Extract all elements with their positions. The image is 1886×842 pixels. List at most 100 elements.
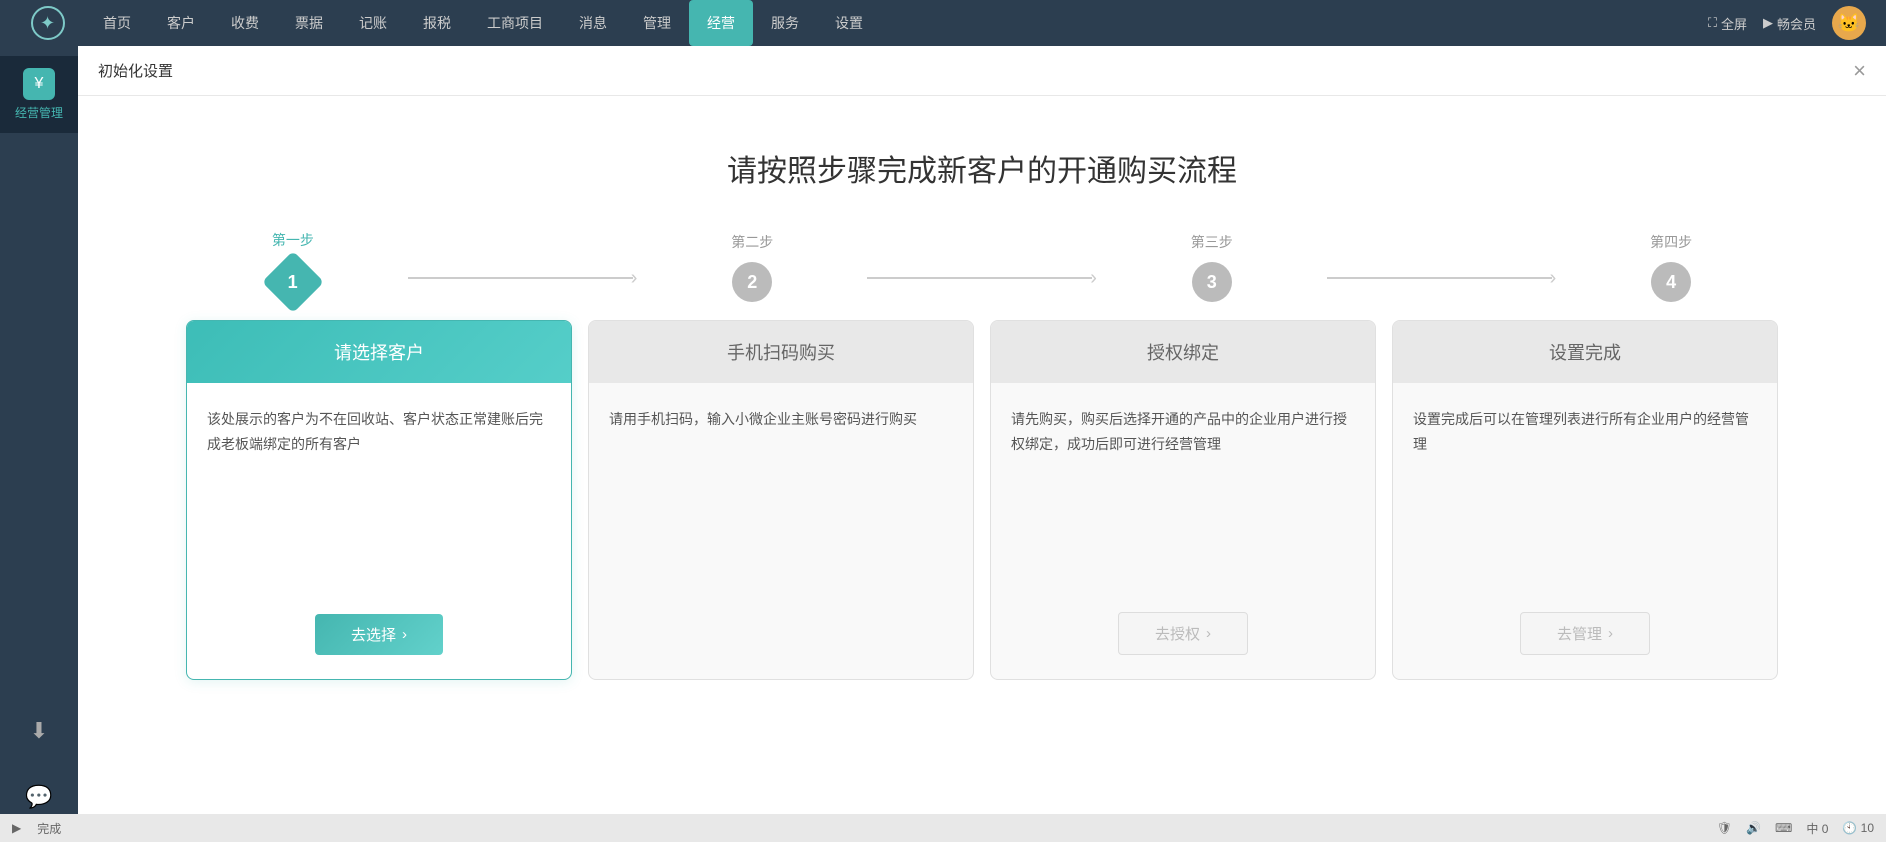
card-2-body: 请用手机扫码，输入小微企业主账号密码进行购买 [589, 383, 973, 639]
nav-operation[interactable]: 经营 [689, 0, 753, 46]
main-content: 初始化设置 × 请按照步骤完成新客户的开通购买流程 第一步 1 › 第二步 [78, 46, 1886, 814]
step-3-indicator: 第三步 3 [1097, 232, 1327, 302]
nav-accounting[interactable]: 记账 [341, 0, 405, 46]
steps-indicator: 第一步 1 › 第二步 2 › [78, 230, 1886, 304]
card-4-body: 设置完成后可以在管理列表进行所有企业用户的经营管理 [1393, 383, 1777, 596]
status-text: 完成 [37, 820, 61, 837]
nav-business[interactable]: 工商项目 [469, 0, 561, 46]
go-authorize-button[interactable]: 去授权 › [1118, 612, 1248, 655]
connector-2: › [867, 246, 1097, 288]
card-4-header: 设置完成 [1393, 321, 1777, 383]
card-2-footer [589, 639, 973, 679]
go-manage-arrow: › [1608, 625, 1613, 642]
step-4-indicator: 第四步 4 [1556, 232, 1786, 302]
step-2-circle: 2 [732, 262, 772, 302]
nav-items: 首页 客户 收费 票据 记账 报税 工商项目 消息 管理 经营 服务 设置 [85, 0, 1708, 46]
card-3-title: 授权绑定 [1147, 343, 1219, 363]
line-2 [867, 277, 1092, 279]
fullscreen-icon: ⛶ [1708, 15, 1717, 31]
card-3-header: 授权绑定 [991, 321, 1375, 383]
wizard-area: 请按照步骤完成新客户的开通购买流程 第一步 1 › 第二步 2 [78, 96, 1886, 814]
step-1-number: 1 [288, 271, 298, 292]
card-3-footer: 去授权 › [991, 596, 1375, 679]
shield-icon: 🛡 [1717, 821, 1732, 835]
card-3-body: 请先购买，购买后选择开通的产品中的企业用户进行授权绑定，成功后即可进行经营管理 [991, 383, 1375, 596]
step-1-circle: 1 [262, 251, 324, 313]
step-4-circle: 4 [1651, 262, 1691, 302]
card-1-title: 请选择客户 [334, 343, 424, 363]
fullscreen-label: 全屏 [1721, 14, 1747, 33]
top-nav: ✦ 首页 客户 收费 票据 记账 报税 工商项目 消息 管理 经营 服务 设置 … [0, 0, 1886, 46]
user-avatar[interactable]: 🐱 [1832, 6, 1866, 40]
vip-label: 畅会员 [1777, 14, 1816, 33]
connector-1: › [408, 246, 638, 288]
input-method: 中 0 [1806, 820, 1828, 837]
cards-row: 请选择客户 该处展示的客户为不在回收站、客户状态正常建账后完成老板端绑定的所有客… [78, 320, 1886, 680]
step-2-number: 2 [747, 272, 757, 293]
nav-home[interactable]: 首页 [85, 0, 149, 46]
yen-icon: ¥ [23, 68, 55, 100]
go-select-button[interactable]: 去选择 › [315, 614, 443, 655]
step-card-1: 请选择客户 该处展示的客户为不在回收站、客户状态正常建账后完成老板端绑定的所有客… [186, 320, 572, 680]
nav-right: ⛶ 全屏 ▶ 畅会员 🐱 [1708, 6, 1866, 40]
card-1-header: 请选择客户 [187, 321, 571, 383]
nav-fee[interactable]: 收费 [213, 0, 277, 46]
app-logo: ✦ [10, 6, 85, 40]
go-select-label: 去选择 [351, 624, 396, 645]
go-manage-button[interactable]: 去管理 › [1520, 612, 1650, 655]
go-manage-label: 去管理 [1557, 623, 1602, 644]
card-4-title: 设置完成 [1549, 343, 1621, 363]
card-2-header: 手机扫码购买 [589, 321, 973, 383]
fullscreen-btn[interactable]: ⛶ 全屏 [1708, 14, 1747, 33]
card-4-footer: 去管理 › [1393, 596, 1777, 679]
page-title: 初始化设置 [98, 60, 173, 81]
card-2-title: 手机扫码购买 [727, 343, 835, 363]
logo-icon: ✦ [31, 6, 65, 40]
vip-btn[interactable]: ▶ 畅会员 [1763, 14, 1816, 33]
sound-icon: 🔊 [1746, 821, 1761, 835]
chat-icon: 💬 [25, 784, 52, 810]
nav-message[interactable]: 消息 [561, 0, 625, 46]
card-1-footer: 去选择 › [187, 598, 571, 679]
nav-invoice[interactable]: 票据 [277, 0, 341, 46]
page-header: 初始化设置 × [78, 46, 1886, 96]
sidebar-operation[interactable]: ¥ 经营管理 [0, 56, 78, 133]
step-4-label: 第四步 [1650, 232, 1692, 252]
line-3 [1327, 277, 1552, 279]
step-3-label: 第三步 [1191, 232, 1233, 252]
nav-tax[interactable]: 报税 [405, 0, 469, 46]
status-bar: ▶ 完成 🛡 🔊 ⌨ 中 0 🕙 10 [0, 814, 1886, 842]
step-3-number: 3 [1207, 272, 1217, 293]
sidebar-label: 经营管理 [15, 104, 63, 121]
download-icon: ⬇ [30, 718, 48, 744]
clock-icon: 🕙 10 [1842, 821, 1874, 835]
step-4-number: 4 [1666, 272, 1676, 293]
nav-customer[interactable]: 客户 [149, 0, 213, 46]
arrow-2: › [1090, 268, 1097, 288]
card-4-desc: 设置完成后可以在管理列表进行所有企业用户的经营管理 [1413, 411, 1749, 452]
keyboard-icon: ⌨ [1775, 821, 1792, 835]
card-1-desc: 该处展示的客户为不在回收站、客户状态正常建账后完成老板端绑定的所有客户 [207, 411, 543, 452]
play-status-icon: ▶ [12, 821, 21, 835]
step-card-2: 手机扫码购买 请用手机扫码，输入小微企业主账号密码进行购买 [588, 320, 974, 680]
go-select-arrow: › [402, 626, 407, 643]
step-1-label: 第一步 [272, 230, 314, 250]
card-1-body: 该处展示的客户为不在回收站、客户状态正常建账后完成老板端绑定的所有客户 [187, 383, 571, 598]
step-card-4: 设置完成 设置完成后可以在管理列表进行所有企业用户的经营管理 去管理 › [1392, 320, 1778, 680]
sidebar-download[interactable]: ⬇ [21, 706, 56, 756]
wizard-title: 请按照步骤完成新客户的开通购买流程 [78, 96, 1886, 230]
nav-settings[interactable]: 设置 [817, 0, 881, 46]
step-1-indicator: 第一步 1 [178, 230, 408, 304]
line-1 [408, 277, 633, 279]
sidebar: ¥ 经营管理 ⬇ 💬 [0, 46, 78, 842]
step-2-label: 第二步 [731, 232, 773, 252]
go-authorize-arrow: › [1206, 625, 1211, 642]
nav-service[interactable]: 服务 [753, 0, 817, 46]
play-icon: ▶ [1763, 15, 1773, 31]
close-button[interactable]: × [1853, 60, 1866, 82]
card-2-desc: 请用手机扫码，输入小微企业主账号密码进行购买 [609, 411, 917, 427]
nav-manage[interactable]: 管理 [625, 0, 689, 46]
step-2-indicator: 第二步 2 [637, 232, 867, 302]
arrow-3: › [1550, 268, 1557, 288]
arrow-1: › [631, 268, 638, 288]
